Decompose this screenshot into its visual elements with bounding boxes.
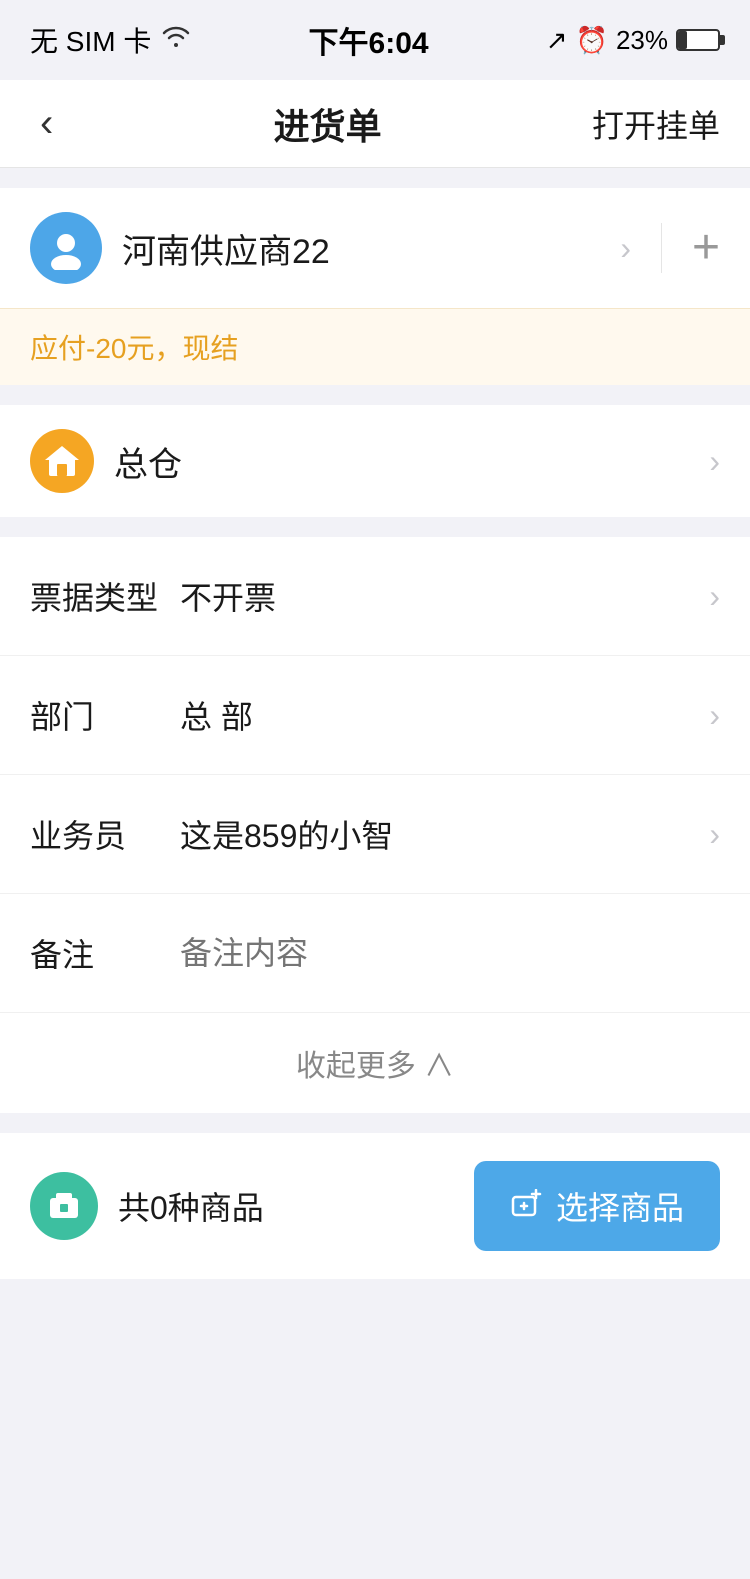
battery-percentage: 23%: [616, 25, 668, 56]
status-right: ↗ ⏰ 23%: [546, 25, 720, 56]
status-left: 无 SIM 卡: [30, 20, 191, 60]
invoice-type-row[interactable]: 票据类型 不开票 ›: [0, 537, 750, 656]
remark-row[interactable]: 备注: [0, 894, 750, 1012]
department-value: 总 部: [180, 692, 709, 738]
location-icon: ↗: [546, 25, 568, 56]
supplier-section: 河南供应商22 › + 应付-20元，现结: [0, 188, 750, 385]
department-row[interactable]: 部门 总 部 ›: [0, 656, 750, 775]
salesperson-chevron-icon: ›: [709, 816, 720, 853]
supplier-row[interactable]: 河南供应商22 › +: [0, 188, 750, 308]
collapse-button[interactable]: 收起更多 ∧: [296, 1041, 454, 1085]
select-product-label: 选择商品: [556, 1183, 684, 1229]
remark-label: 备注: [30, 930, 170, 976]
warehouse-section: 总仓 ›: [0, 405, 750, 517]
salesperson-label: 业务员: [30, 811, 170, 857]
invoice-type-label: 票据类型: [30, 573, 170, 619]
status-bar: 无 SIM 卡 下午6:04 ↗ ⏰ 23%: [0, 0, 750, 80]
salesperson-row[interactable]: 业务员 这是859的小智 ›: [0, 775, 750, 894]
supplier-name: 河南供应商22: [122, 224, 620, 273]
warehouse-chevron-icon: ›: [709, 443, 720, 480]
status-time: 下午6:04: [309, 18, 429, 62]
select-product-icon: [510, 1189, 544, 1223]
invoice-type-chevron-icon: ›: [709, 578, 720, 615]
salesperson-value: 这是859的小智: [180, 811, 709, 857]
invoice-type-value: 不开票: [180, 573, 709, 619]
product-count-label: 共0种商品: [118, 1183, 474, 1229]
remark-input[interactable]: [180, 935, 720, 972]
supplier-chevron-icon: ›: [620, 230, 631, 267]
product-icon: [30, 1172, 98, 1240]
carrier-label: 无 SIM 卡: [30, 20, 151, 60]
info-banner: 应付-20元，现结: [0, 308, 750, 385]
department-chevron-icon: ›: [709, 697, 720, 734]
warehouse-icon: [30, 429, 94, 493]
collapse-row: 收起更多 ∧: [0, 1012, 750, 1113]
section-divider-1: [0, 168, 750, 188]
warehouse-row[interactable]: 总仓 ›: [0, 405, 750, 517]
supplier-avatar: [30, 212, 102, 284]
select-product-button[interactable]: 选择商品: [474, 1161, 720, 1251]
product-bottom-section: 共0种商品 选择商品: [0, 1133, 750, 1279]
alarm-icon: ⏰: [576, 25, 608, 56]
nav-bar: ‹ 进货单 打开挂单: [0, 80, 750, 168]
back-button[interactable]: ‹: [30, 91, 63, 156]
wifi-icon: [161, 24, 191, 56]
warehouse-name: 总仓: [114, 437, 709, 486]
department-label: 部门: [30, 692, 170, 738]
page-title: 进货单: [274, 98, 382, 150]
open-pending-button[interactable]: 打开挂单: [592, 101, 720, 147]
battery-icon: [676, 29, 720, 51]
form-section: 票据类型 不开票 › 部门 总 部 › 业务员 这是859的小智 › 备注: [0, 537, 750, 1012]
gray-background-area: [0, 1279, 750, 1579]
supplier-section-divider: [661, 223, 662, 273]
add-button[interactable]: +: [692, 224, 720, 272]
